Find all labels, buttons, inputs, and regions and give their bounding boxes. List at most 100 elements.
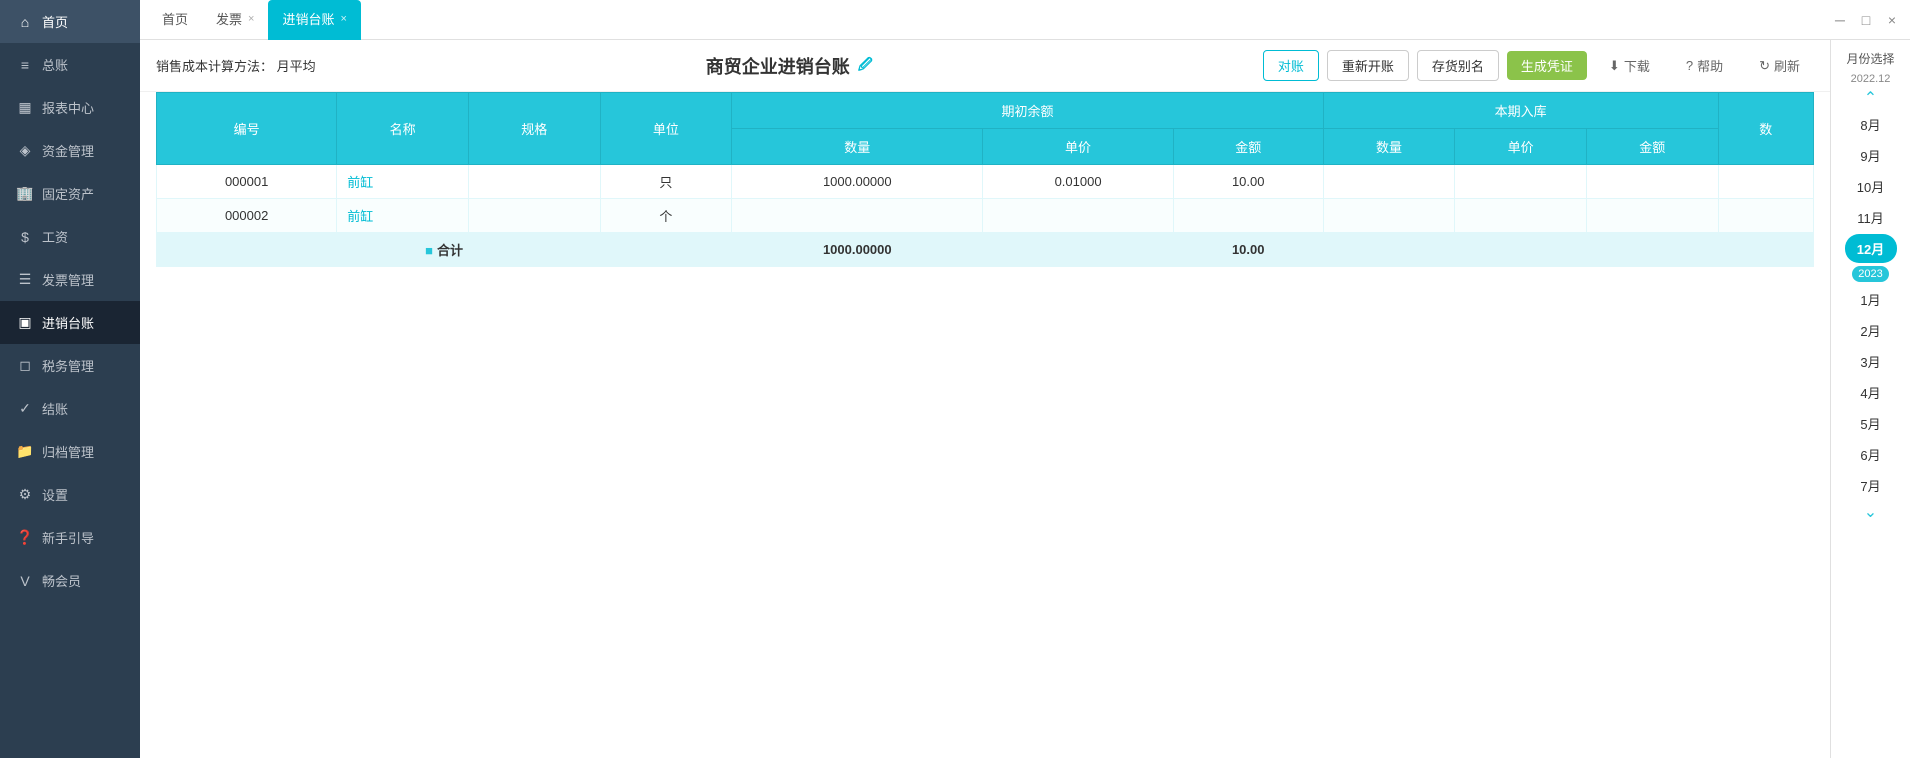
- cell-in-price: [1455, 165, 1587, 199]
- tab-home[interactable]: 首页: [148, 0, 202, 40]
- tab-sales-ledger[interactable]: 进销台账 ×: [268, 0, 360, 40]
- total-label: ■合计: [157, 233, 732, 267]
- cell-in-qty: [1323, 165, 1455, 199]
- cell-name: 前缸: [337, 165, 469, 199]
- month-item-10[interactable]: 10月: [1845, 172, 1897, 201]
- month-item-6[interactable]: 6月: [1845, 440, 1897, 469]
- total-in-qty: [1323, 233, 1455, 267]
- month-item-4[interactable]: 4月: [1845, 378, 1897, 407]
- month-nav-up[interactable]: ⌃: [1857, 87, 1885, 109]
- sidebar-item-invoice[interactable]: ☰ 发票管理: [0, 258, 140, 301]
- month-item-11[interactable]: 11月: [1845, 203, 1897, 232]
- tab-bar: 首页 发票 × 进销台账 × ─ □ ×: [140, 0, 1910, 40]
- month-item-8[interactable]: 8月: [1845, 110, 1897, 139]
- month-item-9[interactable]: 9月: [1845, 141, 1897, 170]
- col-opening-price: 单价: [983, 129, 1173, 165]
- assets-icon: 🏢: [16, 185, 34, 202]
- sidebar-item-archive[interactable]: 📁 归档管理: [0, 430, 140, 473]
- total-extra: [1718, 233, 1813, 267]
- refresh-button[interactable]: ↻ 刷新: [1745, 51, 1814, 80]
- sidebar-item-sales-ledger[interactable]: ▣ 进销台账: [0, 301, 140, 344]
- reconcile-button[interactable]: 对账: [1263, 50, 1319, 81]
- cell-unit: 个: [600, 199, 732, 233]
- archive-icon: 📁: [16, 443, 34, 460]
- ledger-icon: ≡: [16, 57, 34, 73]
- sidebar-item-label: 畅会员: [42, 571, 81, 590]
- table-header-row-1: 编号 名称 规格 单位 期初余额 本期入库 数: [157, 93, 1814, 129]
- minimize-button[interactable]: ─: [1830, 10, 1850, 30]
- month-item-1[interactable]: 1月: [1845, 285, 1897, 314]
- tax-icon: ◻: [16, 357, 34, 374]
- month-item-12[interactable]: 12月: [1845, 234, 1897, 263]
- cell-extra: [1718, 165, 1813, 199]
- close-invoice-tab[interactable]: ×: [248, 13, 254, 25]
- sidebar-item-reports[interactable]: ▦ 报表中心: [0, 86, 140, 129]
- settings-icon: ⚙: [16, 486, 34, 503]
- maximize-button[interactable]: □: [1856, 10, 1876, 30]
- col-period-inbound: 本期入库: [1323, 93, 1718, 129]
- home-icon: ⌂: [16, 14, 34, 30]
- sidebar-item-label: 固定资产: [42, 184, 94, 203]
- col-opening-balance: 期初余额: [732, 93, 1323, 129]
- table-row: 000001 前缸 只 1000.00000 0.01000 10.00: [157, 165, 1814, 199]
- cell-opening-qty: 1000.00000: [732, 165, 983, 199]
- cell-id: 000001: [157, 165, 337, 199]
- total-row: ■合计 1000.00000 10.00: [157, 233, 1814, 267]
- help-button[interactable]: ? 帮助: [1672, 51, 1737, 80]
- cost-method-info: 销售成本计算方法： 月平均: [156, 56, 316, 75]
- sidebar-item-close-account[interactable]: ✓ 结账: [0, 387, 140, 430]
- month-item-2[interactable]: 2月: [1845, 316, 1897, 345]
- month-item-5[interactable]: 5月: [1845, 409, 1897, 438]
- month-item-3[interactable]: 3月: [1845, 347, 1897, 376]
- cell-spec: [468, 199, 600, 233]
- month-nav-down[interactable]: ⌄: [1857, 501, 1885, 523]
- salary-icon: $: [16, 229, 34, 245]
- month-item-7[interactable]: 7月: [1845, 471, 1897, 500]
- download-button[interactable]: ⬇ 下载: [1595, 51, 1664, 80]
- page-body: 销售成本计算方法： 月平均 商贸企业进销台账 🖉 对账 重新开账 存货别名 生成…: [140, 40, 1830, 758]
- col-spec: 规格: [468, 93, 600, 165]
- col-name: 名称: [337, 93, 469, 165]
- sidebar-item-label: 首页: [42, 12, 68, 31]
- window-controls: ─ □ ×: [1830, 10, 1902, 30]
- sidebar-item-ledger[interactable]: ≡ 总账: [0, 43, 140, 86]
- table-row: 000002 前缸 个: [157, 199, 1814, 233]
- sidebar-item-member[interactable]: V 畅会员: [0, 559, 140, 602]
- close-sales-ledger-tab[interactable]: ×: [340, 13, 346, 25]
- total-opening-qty: 1000.00000: [732, 233, 983, 267]
- help-icon: ?: [1686, 58, 1693, 73]
- month-selector-panel: 月份选择 2022.12 ⌃ 8月 9月 10月 11月 12月 2023 1月…: [1830, 40, 1910, 758]
- cell-in-amount: [1586, 199, 1718, 233]
- col-opening-amount: 金额: [1173, 129, 1323, 165]
- close-account-icon: ✓: [16, 400, 34, 417]
- sidebar-item-label: 进销台账: [42, 313, 94, 332]
- col-unit: 单位: [600, 93, 732, 165]
- cell-extra: [1718, 199, 1813, 233]
- cell-opening-price: 0.01000: [983, 165, 1173, 199]
- sidebar-item-label: 归档管理: [42, 442, 94, 461]
- sidebar-item-label: 设置: [42, 485, 68, 504]
- content-area: 销售成本计算方法： 月平均 商贸企业进销台账 🖉 对账 重新开账 存货别名 生成…: [140, 40, 1910, 758]
- sidebar-item-settings[interactable]: ⚙ 设置: [0, 473, 140, 516]
- tab-invoice[interactable]: 发票 ×: [202, 0, 268, 40]
- cell-opening-amount: 10.00: [1173, 165, 1323, 199]
- cell-id: 000002: [157, 199, 337, 233]
- generate-voucher-button[interactable]: 生成凭证: [1507, 51, 1587, 80]
- sidebar-item-label: 新手引导: [42, 528, 94, 547]
- sidebar-item-label: 税务管理: [42, 356, 94, 375]
- edit-title-icon[interactable]: 🖉: [858, 54, 873, 78]
- sidebar-item-assets[interactable]: 🏢 固定资产: [0, 172, 140, 215]
- cost-method-value: 月平均: [277, 59, 316, 74]
- save-alias-button[interactable]: 存货别名: [1417, 50, 1499, 81]
- top-bar: 销售成本计算方法： 月平均 商贸企业进销台账 🖉 对账 重新开账 存货别名 生成…: [140, 40, 1830, 92]
- sidebar-item-home[interactable]: ⌂ 首页: [0, 0, 140, 43]
- reopen-button[interactable]: 重新开账: [1327, 50, 1409, 81]
- sidebar-item-guide[interactable]: ❓ 新手引导: [0, 516, 140, 559]
- sidebar-item-funds[interactable]: ◈ 资金管理: [0, 129, 140, 172]
- close-window-button[interactable]: ×: [1882, 10, 1902, 30]
- total-in-price: [1455, 233, 1587, 267]
- tab-invoice-label: 发票: [216, 9, 242, 28]
- col-in-qty: 数量: [1323, 129, 1455, 165]
- sidebar-item-salary[interactable]: $ 工资: [0, 215, 140, 258]
- sidebar-item-tax[interactable]: ◻ 税务管理: [0, 344, 140, 387]
